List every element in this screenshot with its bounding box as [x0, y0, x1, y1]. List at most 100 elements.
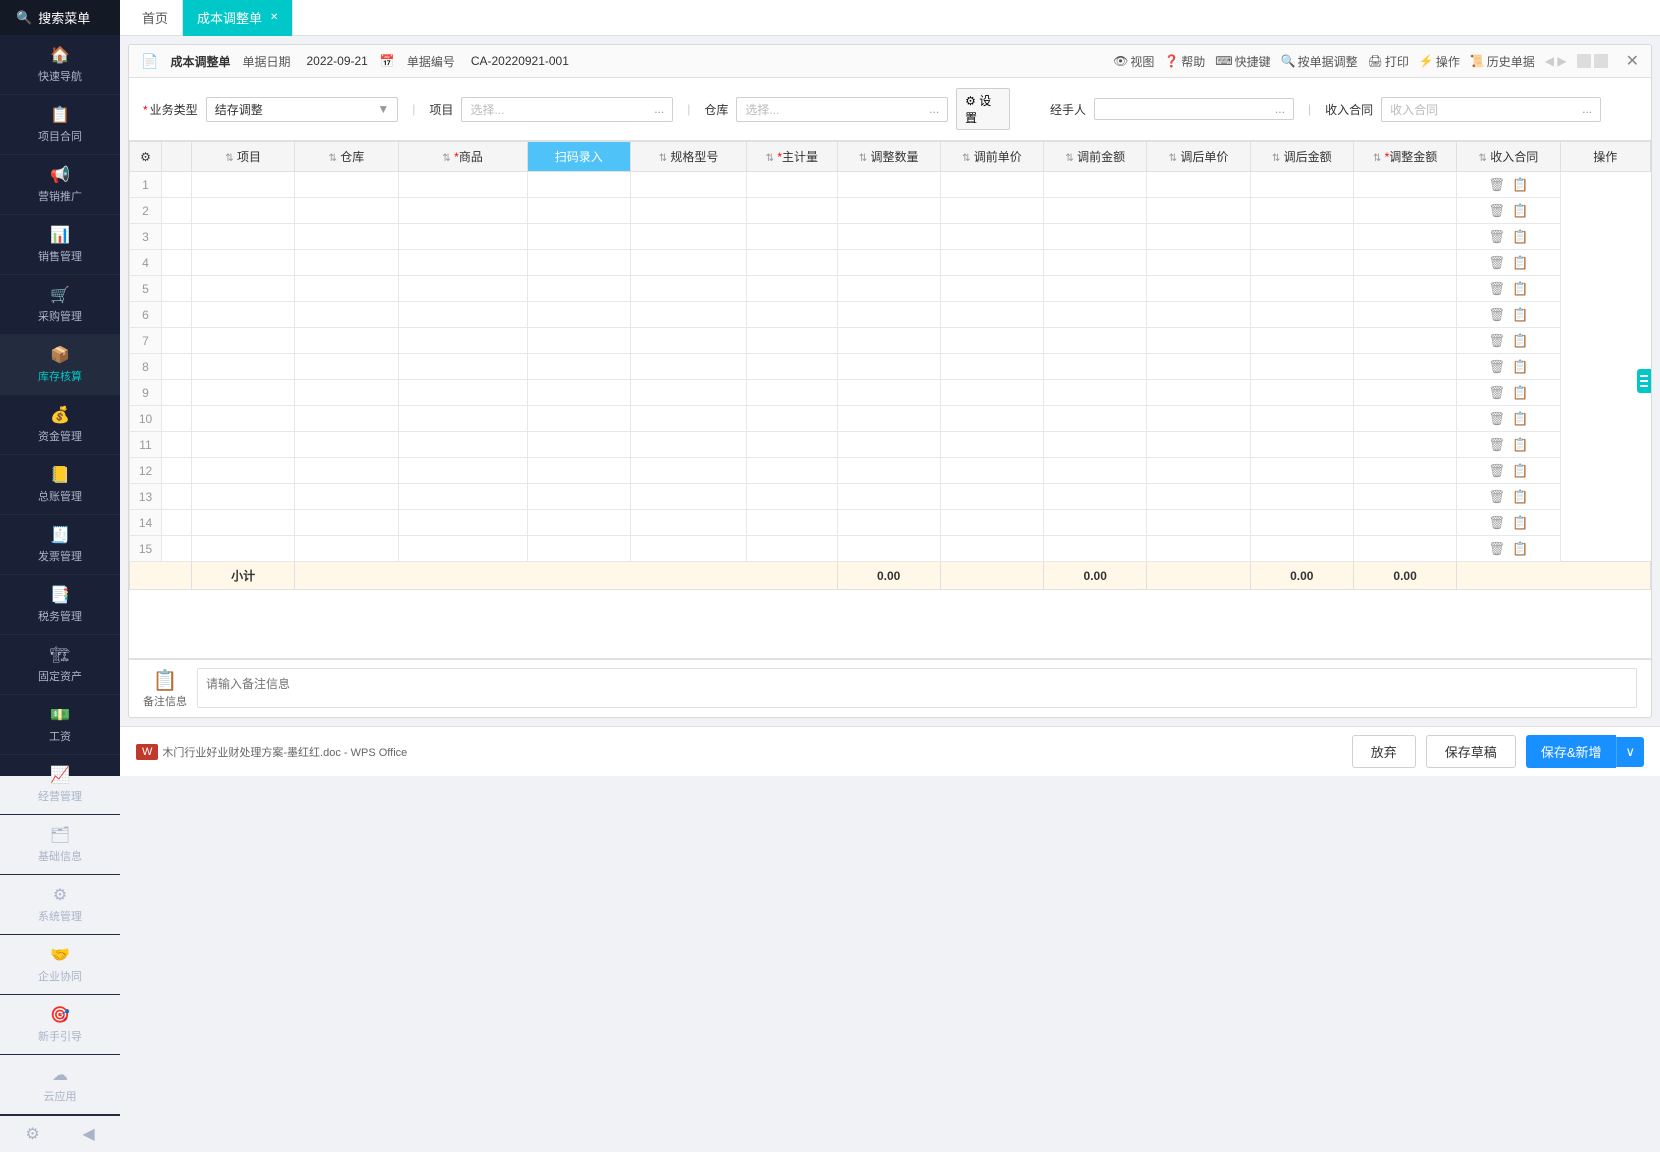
- row-income-contract[interactable]: [1353, 198, 1456, 224]
- settings-btn[interactable]: ⚙ 设置: [956, 88, 1010, 130]
- row-income-contract[interactable]: [1353, 224, 1456, 250]
- row-new-price[interactable]: [1044, 458, 1147, 484]
- row-product[interactable]: [295, 458, 398, 484]
- row-adj-amount[interactable]: [1250, 406, 1353, 432]
- row-prev-price[interactable]: [837, 354, 940, 380]
- row-copy-icon[interactable]: 📋: [1512, 463, 1528, 478]
- project-input[interactable]: 选择... ...: [461, 97, 673, 122]
- row-product[interactable]: [295, 172, 398, 198]
- sidebar-item-sales-mgmt[interactable]: 📊销售管理: [0, 215, 120, 275]
- row-delete-icon[interactable]: 🗑: [1488, 333, 1505, 348]
- row-prev-price[interactable]: [837, 172, 940, 198]
- row-copy-icon[interactable]: 📋: [1512, 229, 1528, 244]
- save-new-arrow-btn[interactable]: ∨: [1616, 737, 1644, 767]
- row-scan[interactable]: [398, 354, 527, 380]
- row-adj-amount[interactable]: [1250, 510, 1353, 536]
- help-btn[interactable]: ❓ 帮助: [1164, 53, 1205, 70]
- row-warehouse[interactable]: [192, 510, 295, 536]
- row-copy-icon[interactable]: 📋: [1512, 489, 1528, 504]
- col-income-contract-header[interactable]: ⇅ 收入合同: [1457, 142, 1560, 172]
- row-warehouse[interactable]: [192, 224, 295, 250]
- row-scan[interactable]: [398, 510, 527, 536]
- row-spec[interactable]: [527, 172, 630, 198]
- row-new-price[interactable]: [1044, 432, 1147, 458]
- row-income-contract[interactable]: [1353, 276, 1456, 302]
- row-project[interactable]: [162, 432, 192, 458]
- row-adj-amount[interactable]: [1250, 250, 1353, 276]
- row-warehouse[interactable]: [192, 276, 295, 302]
- row-copy-icon[interactable]: 📋: [1512, 437, 1528, 452]
- row-income-contract[interactable]: [1353, 354, 1456, 380]
- row-prev-amount[interactable]: [940, 458, 1043, 484]
- col-prev-amount-header[interactable]: ⇅ 调前金额: [1044, 142, 1147, 172]
- row-prev-amount[interactable]: [940, 224, 1043, 250]
- row-unit[interactable]: [630, 198, 746, 224]
- row-warehouse[interactable]: [192, 536, 295, 562]
- row-unit[interactable]: [630, 276, 746, 302]
- row-prev-price[interactable]: [837, 224, 940, 250]
- row-project[interactable]: [162, 354, 192, 380]
- row-adj-amount[interactable]: [1250, 302, 1353, 328]
- row-delete-icon[interactable]: 🗑: [1488, 307, 1505, 322]
- sidebar-item-fund-mgmt[interactable]: 💰资金管理: [0, 395, 120, 455]
- sidebar-item-ops-mgmt[interactable]: 📈经营管理: [0, 755, 120, 815]
- row-new-amount[interactable]: [1147, 224, 1250, 250]
- row-prev-price[interactable]: [837, 380, 940, 406]
- row-product[interactable]: [295, 536, 398, 562]
- row-product[interactable]: [295, 432, 398, 458]
- row-unit[interactable]: [630, 172, 746, 198]
- sidebar-item-sales-promo[interactable]: 📢营销推广: [0, 155, 120, 215]
- row-prev-amount[interactable]: [940, 302, 1043, 328]
- sidebar-item-enterprise[interactable]: 🤝企业协同: [0, 935, 120, 995]
- row-unit[interactable]: [630, 380, 746, 406]
- row-adj-qty[interactable]: [747, 458, 837, 484]
- row-adj-qty[interactable]: [747, 172, 837, 198]
- row-income-contract[interactable]: [1353, 250, 1456, 276]
- row-adj-amount[interactable]: [1250, 536, 1353, 562]
- row-project[interactable]: [162, 250, 192, 276]
- row-adj-qty[interactable]: [747, 198, 837, 224]
- row-unit[interactable]: [630, 536, 746, 562]
- row-unit[interactable]: [630, 224, 746, 250]
- row-new-amount[interactable]: [1147, 536, 1250, 562]
- row-spec[interactable]: [527, 380, 630, 406]
- review-btn[interactable]: 🔍 按单据调整: [1281, 53, 1358, 70]
- row-project[interactable]: [162, 406, 192, 432]
- col-prev-price-header[interactable]: ⇅ 调前单价: [940, 142, 1043, 172]
- shortcut-btn[interactable]: ⌨ 快捷键: [1215, 53, 1270, 70]
- row-adj-qty[interactable]: [747, 484, 837, 510]
- row-adj-qty[interactable]: [747, 510, 837, 536]
- sidebar-item-new-guide[interactable]: 🎯新手引导: [0, 995, 120, 1055]
- col-adj-amount-header[interactable]: ⇅ *调整金额: [1353, 142, 1456, 172]
- row-spec[interactable]: [527, 198, 630, 224]
- row-delete-icon[interactable]: 🗑: [1488, 515, 1505, 530]
- tab-close-icon[interactable]: ✕: [270, 12, 278, 23]
- row-copy-icon[interactable]: 📋: [1512, 541, 1528, 556]
- row-unit[interactable]: [630, 328, 746, 354]
- row-prev-amount[interactable]: [940, 328, 1043, 354]
- row-new-amount[interactable]: [1147, 354, 1250, 380]
- row-adj-qty[interactable]: [747, 536, 837, 562]
- row-delete-icon[interactable]: 🗑: [1488, 463, 1505, 478]
- row-spec[interactable]: [527, 510, 630, 536]
- sidebar-item-project-contract[interactable]: 📋项目合同: [0, 95, 120, 155]
- row-spec[interactable]: [527, 354, 630, 380]
- doc-close-btn[interactable]: ✕: [1626, 51, 1639, 71]
- row-scan[interactable]: [398, 198, 527, 224]
- row-adj-amount[interactable]: [1250, 458, 1353, 484]
- row-spec[interactable]: [527, 224, 630, 250]
- row-product[interactable]: [295, 484, 398, 510]
- row-adj-amount[interactable]: [1250, 380, 1353, 406]
- row-unit[interactable]: [630, 250, 746, 276]
- row-prev-price[interactable]: [837, 432, 940, 458]
- row-new-price[interactable]: [1044, 198, 1147, 224]
- row-prev-price[interactable]: [837, 276, 940, 302]
- row-prev-amount[interactable]: [940, 276, 1043, 302]
- row-warehouse[interactable]: [192, 328, 295, 354]
- row-delete-icon[interactable]: 🗑: [1488, 489, 1505, 504]
- row-product[interactable]: [295, 354, 398, 380]
- row-scan[interactable]: [398, 250, 527, 276]
- row-new-amount[interactable]: [1147, 406, 1250, 432]
- row-scan[interactable]: [398, 484, 527, 510]
- row-scan[interactable]: [398, 302, 527, 328]
